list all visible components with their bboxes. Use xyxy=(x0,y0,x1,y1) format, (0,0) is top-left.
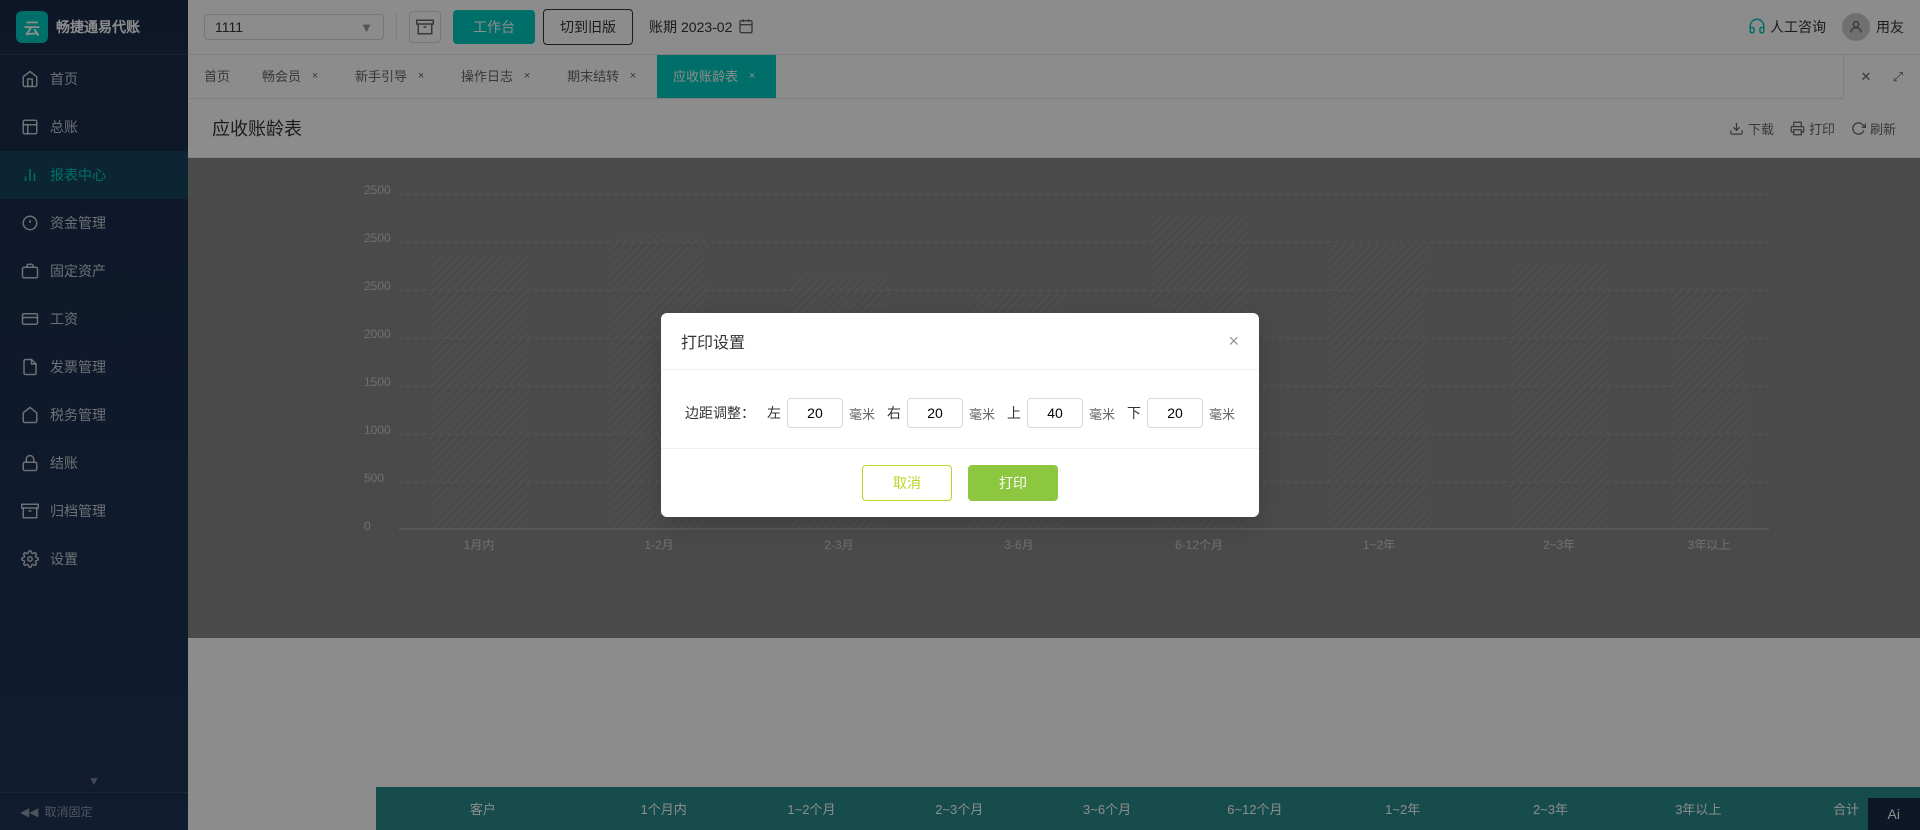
margin-label: 边距调整： xyxy=(685,403,755,423)
print-confirm-button[interactable]: 打印 xyxy=(968,465,1058,501)
modal-footer: 取消 打印 xyxy=(661,448,1259,517)
margin-top-input[interactable] xyxy=(1027,398,1083,428)
margin-left-group: 左 毫米 xyxy=(767,398,875,428)
bottom-unit: 毫米 xyxy=(1209,404,1235,423)
cancel-button[interactable]: 取消 xyxy=(862,465,952,501)
modal-header: 打印设置 × xyxy=(661,313,1259,370)
top-direction-label: 上 xyxy=(1007,403,1021,423)
margin-right-input[interactable] xyxy=(907,398,963,428)
print-settings-modal: 打印设置 × 边距调整： 左 毫米 右 毫米 上 毫米 xyxy=(661,313,1259,517)
margin-left-input[interactable] xyxy=(787,398,843,428)
left-direction-label: 左 xyxy=(767,403,781,423)
modal-close-btn[interactable]: × xyxy=(1229,331,1240,352)
margin-right-group: 右 毫米 xyxy=(887,398,995,428)
margin-bottom-input[interactable] xyxy=(1147,398,1203,428)
right-unit: 毫米 xyxy=(969,404,995,423)
right-direction-label: 右 xyxy=(887,403,901,423)
margin-row: 边距调整： 左 毫米 右 毫米 上 毫米 下 xyxy=(685,398,1235,428)
bottom-direction-label: 下 xyxy=(1127,403,1141,423)
margin-bottom-group: 下 毫米 xyxy=(1127,398,1235,428)
modal-overlay: 打印设置 × 边距调整： 左 毫米 右 毫米 上 毫米 xyxy=(0,0,1920,830)
left-unit: 毫米 xyxy=(849,404,875,423)
modal-body: 边距调整： 左 毫米 右 毫米 上 毫米 下 xyxy=(661,370,1259,448)
margin-top-group: 上 毫米 xyxy=(1007,398,1115,428)
top-unit: 毫米 xyxy=(1089,404,1115,423)
modal-title: 打印设置 xyxy=(681,329,745,353)
